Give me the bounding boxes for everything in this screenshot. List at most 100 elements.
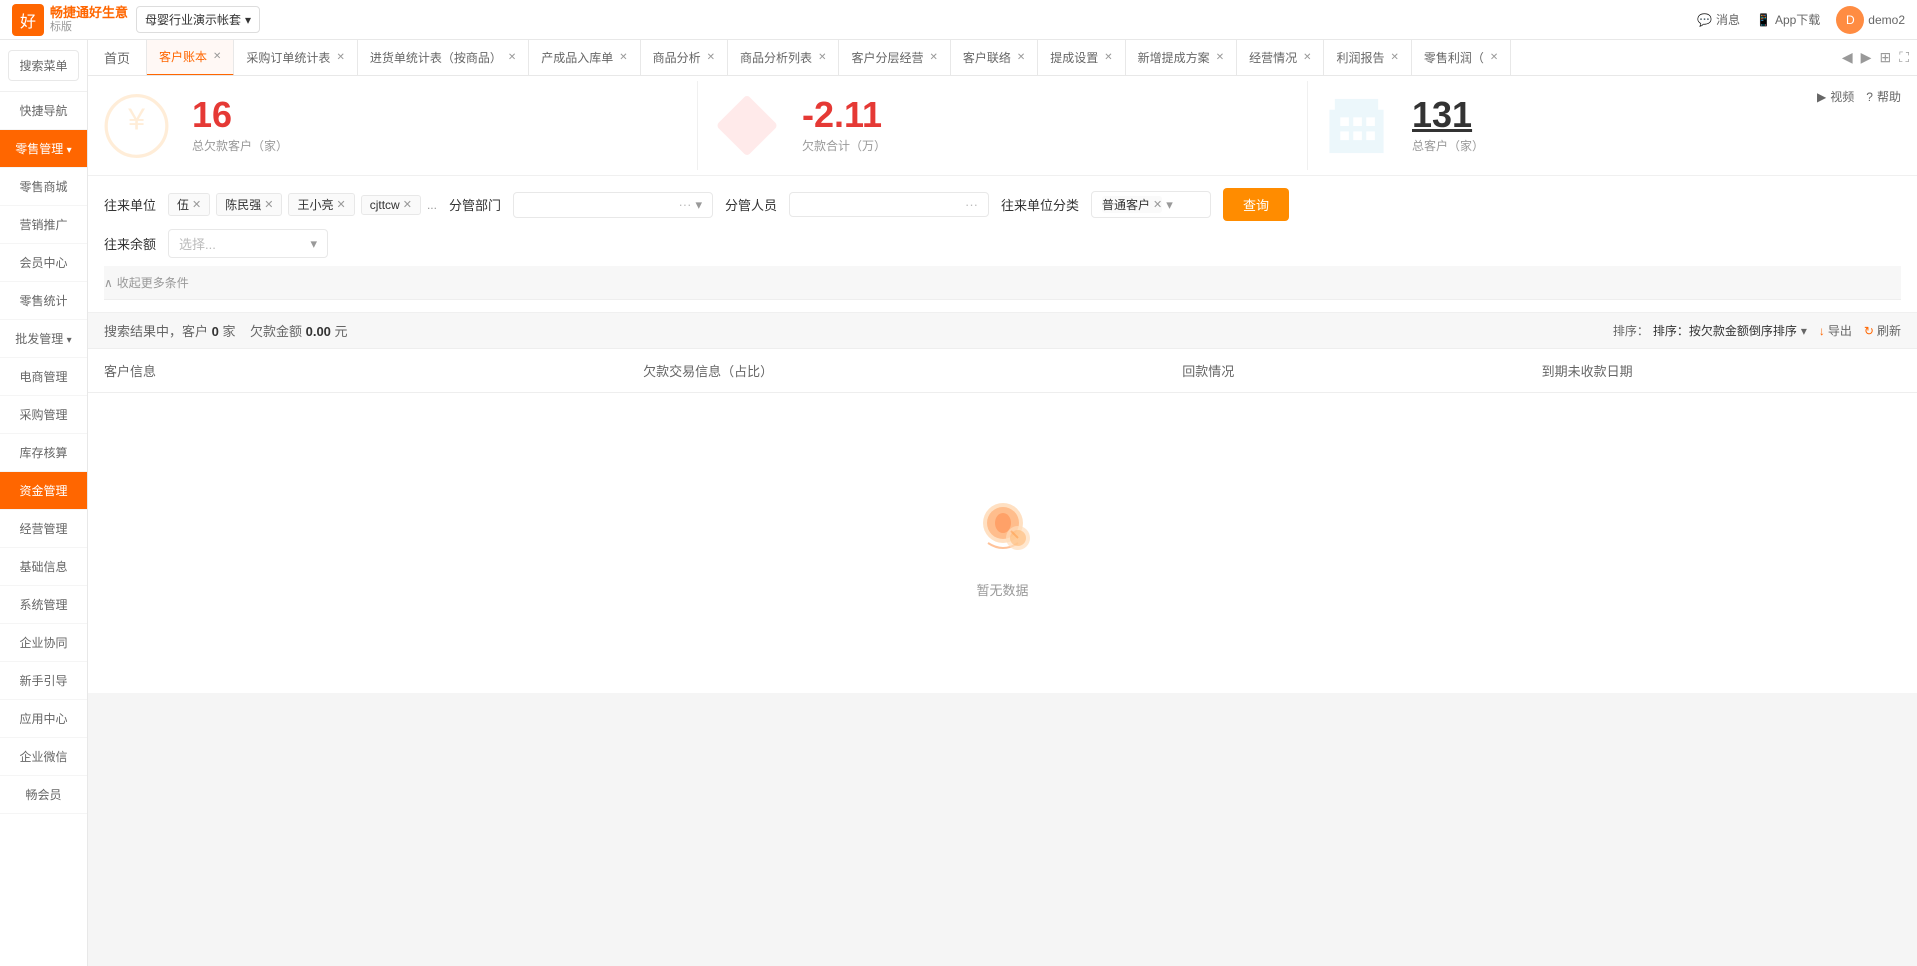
tab-fullscreen-btn[interactable]: ⛶: [1899, 49, 1909, 66]
collapse-btn[interactable]: ∧ 收起更多条件: [104, 274, 1901, 291]
sidebar-item-basic-info[interactable]: 基础信息: [0, 548, 87, 586]
empty-text: 暂无数据: [976, 580, 1028, 599]
tag-label: 普通客户: [1102, 196, 1150, 213]
close-tab-product-analysis-list[interactable]: ✕: [818, 52, 826, 63]
close-tab-commission-settings[interactable]: ✕: [1104, 52, 1112, 63]
extra-icon: ···: [965, 197, 978, 212]
customer-unit: 家: [223, 324, 236, 339]
close-tab-customer-tier[interactable]: ✕: [929, 52, 937, 63]
results-bar: 搜索结果中，客户 0 家 欠款金额 0.00 元 排序： 排序：按欠款金额倒序排…: [88, 313, 1917, 349]
tab-product-inbound[interactable]: 产成品入库单 ✕: [529, 40, 640, 76]
tab-product-analysis[interactable]: 商品分析 ✕: [641, 40, 728, 76]
category-select[interactable]: 普通客户 ✕ ▾: [1091, 191, 1211, 218]
sidebar-item-ecommerce[interactable]: 电商管理: [0, 358, 87, 396]
stat-card-middle: -2.11 欠款合计（万）: [698, 81, 1308, 170]
sort-select[interactable]: 排序： 排序：按欠款金额倒序排序 ▾: [1613, 322, 1807, 339]
tab-profit-report[interactable]: 利润报告 ✕: [1324, 40, 1411, 76]
sidebar-item-finance[interactable]: 资金管理: [0, 472, 87, 510]
more-tags-btn[interactable]: ...: [427, 198, 437, 212]
sidebar-item-newbie[interactable]: 新手引导: [0, 662, 87, 700]
sidebar-item-retail-mgmt[interactable]: 零售管理 ▾: [0, 130, 87, 168]
close-tab-operations-status[interactable]: ✕: [1303, 52, 1311, 63]
tab-product-analysis-list[interactable]: 商品分析列表 ✕: [728, 40, 839, 76]
tab-retail-profit[interactable]: 零售利润（ ✕: [1412, 40, 1511, 76]
sidebar-item-member-center[interactable]: 会员中心: [0, 244, 87, 282]
unit-tags: 伍 ✕ 陈民强 ✕ 王小亮 ✕ cjttcw ✕: [168, 193, 437, 216]
remove-category-tag[interactable]: ✕: [1153, 198, 1162, 211]
refresh-icon: ↻: [1864, 324, 1874, 338]
export-btn[interactable]: ↓ 导出: [1819, 322, 1852, 339]
sidebar-item-marketing[interactable]: 营销推广: [0, 206, 87, 244]
message-label: 消息: [1716, 11, 1740, 28]
remove-tag-chen[interactable]: ✕: [264, 198, 273, 211]
tab-label: 零售利润（: [1424, 49, 1484, 66]
table-area: 客户信息 欠款交易信息（占比） 回款情况 到期未收款日期: [88, 349, 1917, 693]
industry-select[interactable]: 母婴行业演示帐套 ▾: [136, 6, 260, 33]
remove-tag-wu[interactable]: ✕: [192, 198, 201, 211]
sidebar-item-quick-nav[interactable]: 快捷导航: [0, 92, 87, 130]
balance-unit: 元: [335, 324, 348, 339]
query-btn[interactable]: 查询: [1223, 188, 1289, 221]
tab-label: 提成设置: [1050, 49, 1098, 66]
tab-commission-settings[interactable]: 提成设置 ✕: [1038, 40, 1125, 76]
department-select[interactable]: ··· ▾: [513, 192, 713, 218]
close-tab-profit-report[interactable]: ✕: [1391, 52, 1399, 63]
tab-inbound-stats[interactable]: 进货单统计表（按商品） ✕: [358, 40, 529, 76]
sidebar-item-vip[interactable]: 畅会员: [0, 776, 87, 814]
close-tab-customer-contact[interactable]: ✕: [1017, 52, 1025, 63]
user-area[interactable]: D demo2: [1836, 6, 1905, 34]
sidebar-item-wechat[interactable]: 企业微信: [0, 738, 87, 776]
remove-tag-wang[interactable]: ✕: [337, 198, 346, 211]
tab-customer-contact[interactable]: 客户联络 ✕: [951, 40, 1038, 76]
tab-new-commission[interactable]: 新增提成方案 ✕: [1126, 40, 1237, 76]
col-repayment: 回款情况: [1182, 361, 1541, 380]
close-tab-new-commission[interactable]: ✕: [1216, 52, 1224, 63]
username-label: demo2: [1868, 13, 1905, 27]
balance-select[interactable]: 选择... ▾: [168, 229, 328, 258]
tab-customer-tier[interactable]: 客户分层经营 ✕: [839, 40, 950, 76]
sidebar-item-retail-mall[interactable]: 零售商城: [0, 168, 87, 206]
sidebar-item-label: 批发管理: [15, 332, 63, 346]
tab-home[interactable]: 首页: [88, 40, 147, 76]
stat-card-left: ¥ 16 总欠款客户（家）: [88, 81, 698, 170]
tab-scroll-right[interactable]: ▶: [1861, 49, 1872, 66]
search-menu-btn[interactable]: 搜索菜单: [8, 50, 79, 81]
sidebar-item-wholesale-mgmt[interactable]: 批发管理 ▾: [0, 320, 87, 358]
tab-controls: ◀ ▶ ⊞ ⛶: [1834, 49, 1917, 66]
sidebar-item-sys-mgmt[interactable]: 系统管理: [0, 586, 87, 624]
tab-operations-status[interactable]: 经营情况 ✕: [1237, 40, 1324, 76]
table-body: 暂无数据: [88, 393, 1917, 693]
tag-label: 陈民强: [225, 196, 261, 213]
message-btn[interactable]: 💬 消息: [1697, 11, 1740, 28]
close-tab-inbound-stats[interactable]: ✕: [508, 52, 516, 63]
refresh-btn[interactable]: ↻ 刷新: [1864, 322, 1901, 339]
sidebar-item-retail-stats[interactable]: 零售统计: [0, 282, 87, 320]
chevron-down-icon: ▾: [67, 335, 72, 346]
close-tab-retail-profit[interactable]: ✕: [1490, 52, 1498, 63]
tab-menu-btn[interactable]: ⊞: [1879, 49, 1891, 66]
close-tab-customer-balance[interactable]: ✕: [213, 51, 221, 62]
staff-select[interactable]: ···: [789, 192, 989, 217]
app-download-btn[interactable]: 📱 App下载: [1756, 11, 1820, 28]
results-prefix: 搜索结果中，客户: [104, 324, 208, 339]
close-tab-purchase-order-stats[interactable]: ✕: [336, 52, 344, 63]
balance-prefix: 欠款金额: [250, 324, 302, 339]
sidebar-item-inventory[interactable]: 库存核算: [0, 434, 87, 472]
results-info: 搜索结果中，客户 0 家 欠款金额 0.00 元: [104, 321, 348, 340]
close-tab-product-inbound[interactable]: ✕: [619, 52, 627, 63]
tab-scroll-left[interactable]: ◀: [1842, 49, 1853, 66]
tag-label: 伍: [177, 196, 189, 213]
tab-label: 产成品入库单: [541, 49, 613, 66]
sidebar-item-enterprise[interactable]: 企业协同: [0, 624, 87, 662]
sidebar-item-operations[interactable]: 经营管理: [0, 510, 87, 548]
tab-label: 经营情况: [1249, 49, 1297, 66]
tab-customer-balance[interactable]: 客户账本 ✕: [147, 40, 234, 76]
tab-purchase-order-stats[interactable]: 采购订单统计表 ✕: [234, 40, 357, 76]
close-tab-product-analysis[interactable]: ✕: [707, 52, 715, 63]
sidebar-item-app-center[interactable]: 应用中心: [0, 700, 87, 738]
sidebar-item-purchase[interactable]: 采购管理: [0, 396, 87, 434]
remove-tag-cjttcw[interactable]: ✕: [403, 198, 412, 211]
stat-values-left: 16 总欠款客户（家）: [192, 97, 288, 154]
empty-icon: [963, 488, 1043, 568]
phone-icon: 📱: [1756, 13, 1771, 27]
